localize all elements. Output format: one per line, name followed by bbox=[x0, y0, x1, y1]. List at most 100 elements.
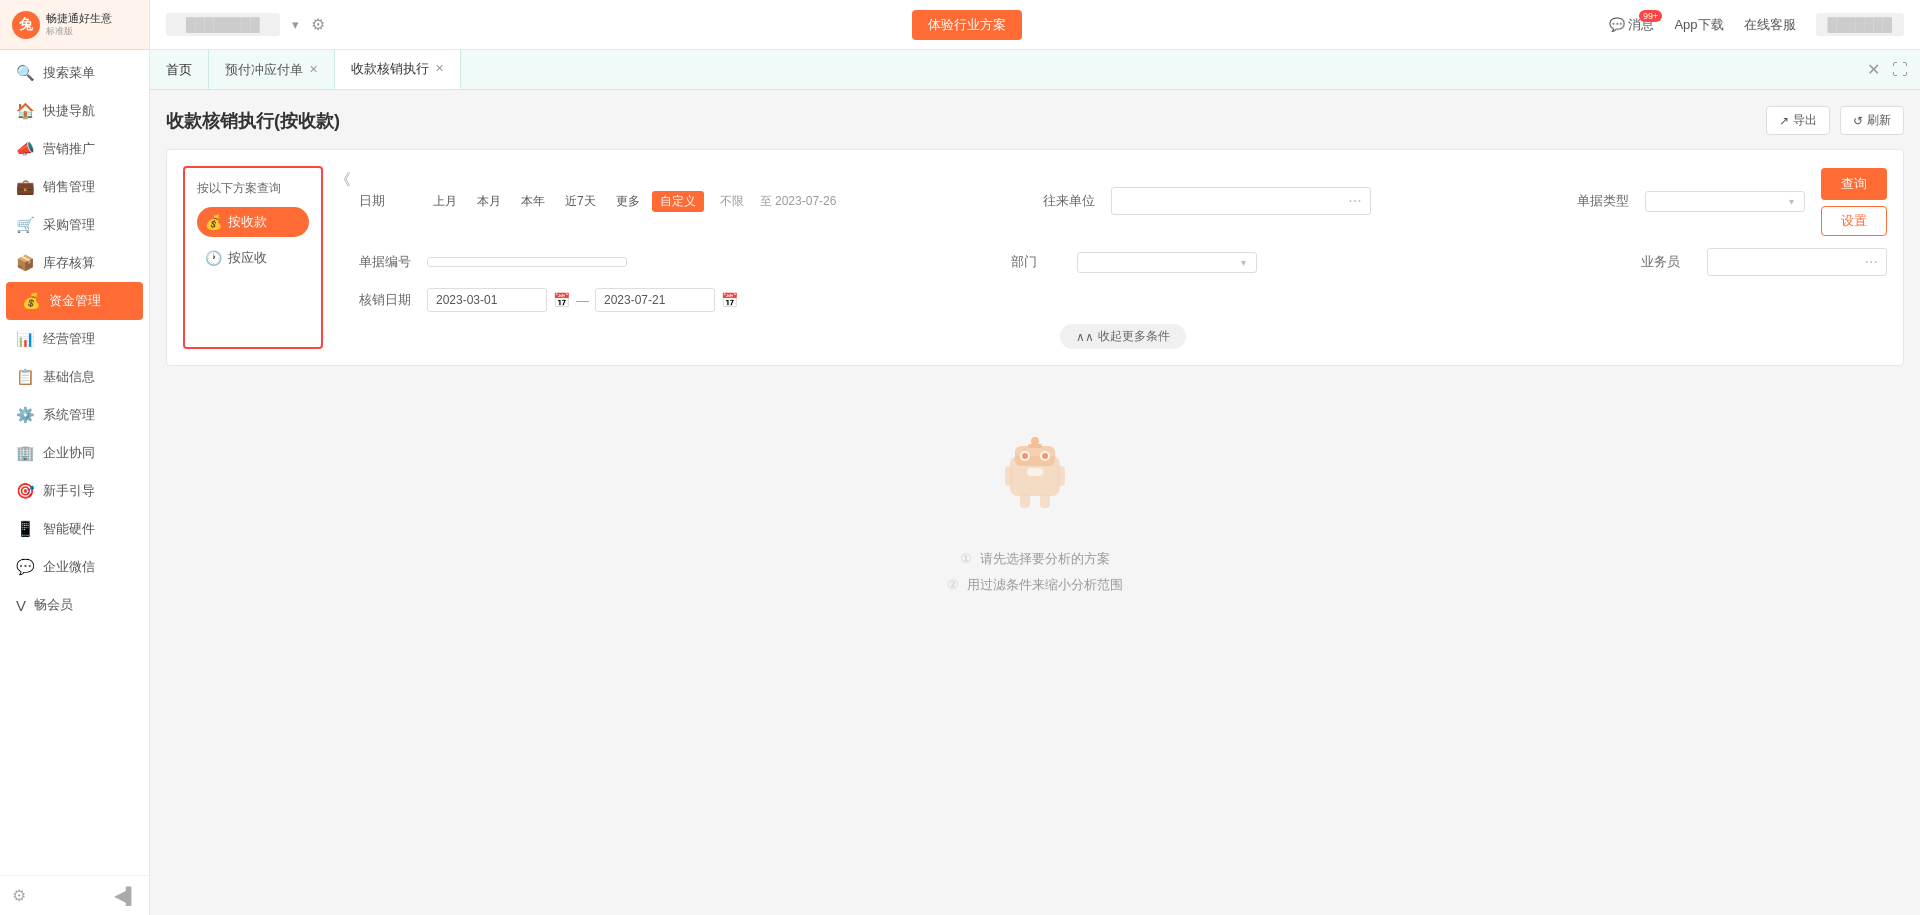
sidebar-item-inventory[interactable]: 📦 库存核算 bbox=[0, 244, 149, 282]
sidebar-item-enterprise[interactable]: 🏢 企业协同 bbox=[0, 434, 149, 472]
guide-icon: 🎯 bbox=[16, 482, 35, 500]
topbar-left: ████████ ▾ ⚙ bbox=[166, 13, 325, 36]
tab-collection-close[interactable]: ✕ bbox=[435, 62, 444, 75]
enterprise-icon: 🏢 bbox=[16, 444, 35, 462]
page-header: 收款核销执行(按收款) ↗ 导出 ↺ 刷新 bbox=[166, 106, 1904, 135]
refresh-icon: ↺ bbox=[1853, 114, 1863, 128]
topbar-user: ███████ bbox=[1816, 13, 1904, 36]
topbar-gear-icon[interactable]: ⚙ bbox=[311, 15, 325, 34]
topbar-right: 💬 99+ 消息 App下载 在线客服 ███████ bbox=[1609, 13, 1904, 36]
collapse-filter-button[interactable]: 《 bbox=[335, 170, 351, 191]
marketing-icon: 📣 bbox=[16, 140, 35, 158]
date-btn-last-month[interactable]: 上月 bbox=[425, 191, 465, 212]
settings-bottom-icon[interactable]: ⚙ bbox=[12, 886, 26, 905]
verify-date-range: 📅 — 📅 bbox=[427, 288, 738, 312]
svg-point-4 bbox=[1022, 453, 1028, 459]
content-area: 收款核销执行(按收款) ↗ 导出 ↺ 刷新 按以下方案查询 💰 按收款 bbox=[150, 90, 1920, 915]
filter-option-by-receivable[interactable]: 🕐 按应收 bbox=[197, 243, 309, 273]
sidebar-item-search[interactable]: 🔍 搜索菜单 bbox=[0, 54, 149, 92]
receivable-icon: 🕐 bbox=[205, 250, 222, 266]
doc-type-arrow-icon: ▾ bbox=[1789, 196, 1794, 207]
empty-tip-1: ① 请先选择要分析的方案 bbox=[947, 546, 1123, 572]
export-icon: ↗ bbox=[1779, 114, 1789, 128]
filter-row-docno: 单据编号 部门 ▾ 业务员 ··· bbox=[359, 248, 1887, 276]
sidebar-item-guide[interactable]: 🎯 新手引导 bbox=[0, 472, 149, 510]
sidebar-item-basic[interactable]: 📋 基础信息 bbox=[0, 358, 149, 396]
search-icon: 🔍 bbox=[16, 64, 35, 82]
filter-row-date: 日期 上月 本月 本年 近7天 更多 自定义 不限 至 2023-07-26 往… bbox=[359, 166, 1887, 236]
verify-date-start-input[interactable] bbox=[427, 288, 547, 312]
counterpart-input[interactable]: ··· bbox=[1111, 187, 1371, 215]
tab-prepay-close[interactable]: ✕ bbox=[309, 63, 318, 76]
sidebar-item-operations[interactable]: 📊 经营管理 bbox=[0, 320, 149, 358]
verify-date-end-calendar-icon[interactable]: 📅 bbox=[721, 292, 738, 308]
settings-button[interactable]: 设置 bbox=[1821, 206, 1887, 236]
topbar-dropdown-icon[interactable]: ▾ bbox=[292, 17, 299, 32]
online-service-link[interactable]: 在线客服 bbox=[1744, 16, 1796, 34]
basic-icon: 📋 bbox=[16, 368, 35, 386]
tab-close-all-icon[interactable]: ✕ bbox=[1863, 58, 1884, 81]
home-icon: 🏠 bbox=[16, 102, 35, 120]
sidebar: 兔 畅捷通好生意 标准版 🔍 搜索菜单 🏠 快捷导航 📣 营销推广 💼 销售管理… bbox=[0, 0, 150, 915]
query-button[interactable]: 查询 bbox=[1821, 168, 1887, 200]
system-icon: ⚙️ bbox=[16, 406, 35, 424]
empty-tips: ① 请先选择要分析的方案 ② 用过滤条件来缩小分析范围 bbox=[947, 546, 1123, 598]
logo-icon: 兔 bbox=[12, 11, 40, 39]
filter-sidebar-title: 按以下方案查询 bbox=[197, 180, 309, 197]
verify-date-label: 核销日期 bbox=[359, 291, 411, 309]
verify-date-start-calendar-icon[interactable]: 📅 bbox=[553, 292, 570, 308]
collapse-sidebar-icon[interactable]: ◀▌ bbox=[114, 886, 137, 905]
solution-button[interactable]: 体验行业方案 bbox=[912, 10, 1022, 40]
sidebar-item-sales[interactable]: 💼 销售管理 bbox=[0, 168, 149, 206]
sidebar-item-hardware[interactable]: 📱 智能硬件 bbox=[0, 510, 149, 548]
message-badge-wrapper[interactable]: 💬 99+ 消息 bbox=[1609, 16, 1655, 34]
tab-home[interactable]: 首页 bbox=[150, 50, 209, 89]
svg-rect-9 bbox=[1020, 494, 1030, 508]
operations-icon: 📊 bbox=[16, 330, 35, 348]
tab-collection[interactable]: 收款核销执行 ✕ bbox=[335, 50, 461, 89]
filter-option-by-receipt[interactable]: 💰 按收款 bbox=[197, 207, 309, 237]
date-btn-more[interactable]: 更多 bbox=[608, 191, 648, 212]
collapse-up-icon: ∧∧ bbox=[1076, 330, 1094, 344]
sidebar-item-purchase[interactable]: 🛒 采购管理 bbox=[0, 206, 149, 244]
dept-select[interactable]: ▾ bbox=[1077, 252, 1257, 273]
sidebar-item-shortcut[interactable]: 🏠 快捷导航 bbox=[0, 92, 149, 130]
staff-dots-icon: ··· bbox=[1865, 253, 1878, 271]
collapse-more-button[interactable]: ∧∧ 收起更多条件 bbox=[1060, 324, 1186, 349]
page-title: 收款核销执行(按收款) bbox=[166, 109, 340, 133]
svg-rect-10 bbox=[1040, 494, 1050, 508]
date-btn-custom[interactable]: 自定义 bbox=[652, 191, 704, 212]
staff-label: 业务员 bbox=[1641, 253, 1691, 271]
filter-row-verify-date: 核销日期 📅 — 📅 bbox=[359, 288, 1887, 312]
counterpart-label: 往来单位 bbox=[1043, 192, 1095, 210]
sales-icon: 💼 bbox=[16, 178, 35, 196]
export-button[interactable]: ↗ 导出 bbox=[1766, 106, 1830, 135]
sidebar-item-finance[interactable]: 💰 资金管理 bbox=[6, 282, 143, 320]
sidebar-item-weixin[interactable]: 💬 企业微信 bbox=[0, 548, 149, 586]
doc-type-select[interactable]: ▾ bbox=[1645, 191, 1805, 212]
sidebar-item-system[interactable]: ⚙️ 系统管理 bbox=[0, 396, 149, 434]
topbar-brand: ████████ bbox=[166, 13, 280, 36]
date-btn-this-year[interactable]: 本年 bbox=[513, 191, 553, 212]
refresh-button[interactable]: ↺ 刷新 bbox=[1840, 106, 1904, 135]
inventory-icon: 📦 bbox=[16, 254, 35, 272]
sidebar-item-member[interactable]: V 畅会员 bbox=[0, 586, 149, 624]
date-label: 日期 bbox=[359, 192, 409, 210]
date-buttons: 上月 本月 本年 近7天 更多 自定义 bbox=[425, 191, 704, 212]
doc-no-input[interactable] bbox=[427, 257, 627, 267]
date-btn-7days[interactable]: 近7天 bbox=[557, 191, 604, 212]
verify-date-end-input[interactable] bbox=[595, 288, 715, 312]
app-download-link[interactable]: App下载 bbox=[1674, 16, 1723, 34]
tab-prepay[interactable]: 预付冲应付单 ✕ bbox=[209, 50, 335, 89]
main-area: ████████ ▾ ⚙ 体验行业方案 💬 99+ 消息 App下载 在线客服 … bbox=[150, 0, 1920, 915]
counterpart-dots-icon: ··· bbox=[1348, 192, 1361, 210]
sidebar-menu: 🔍 搜索菜单 🏠 快捷导航 📣 营销推广 💼 销售管理 🛒 采购管理 📦 库存核… bbox=[0, 50, 149, 875]
staff-input[interactable]: ··· bbox=[1707, 248, 1887, 276]
date-btn-this-month[interactable]: 本月 bbox=[469, 191, 509, 212]
empty-illustration bbox=[985, 426, 1085, 526]
sidebar-item-marketing[interactable]: 📣 营销推广 bbox=[0, 130, 149, 168]
sidebar-logo: 兔 畅捷通好生意 标准版 bbox=[0, 0, 149, 50]
tab-expand-icon[interactable]: ⛶ bbox=[1888, 59, 1912, 81]
tip-num-2: ② bbox=[947, 577, 959, 592]
finance-icon: 💰 bbox=[22, 292, 41, 310]
